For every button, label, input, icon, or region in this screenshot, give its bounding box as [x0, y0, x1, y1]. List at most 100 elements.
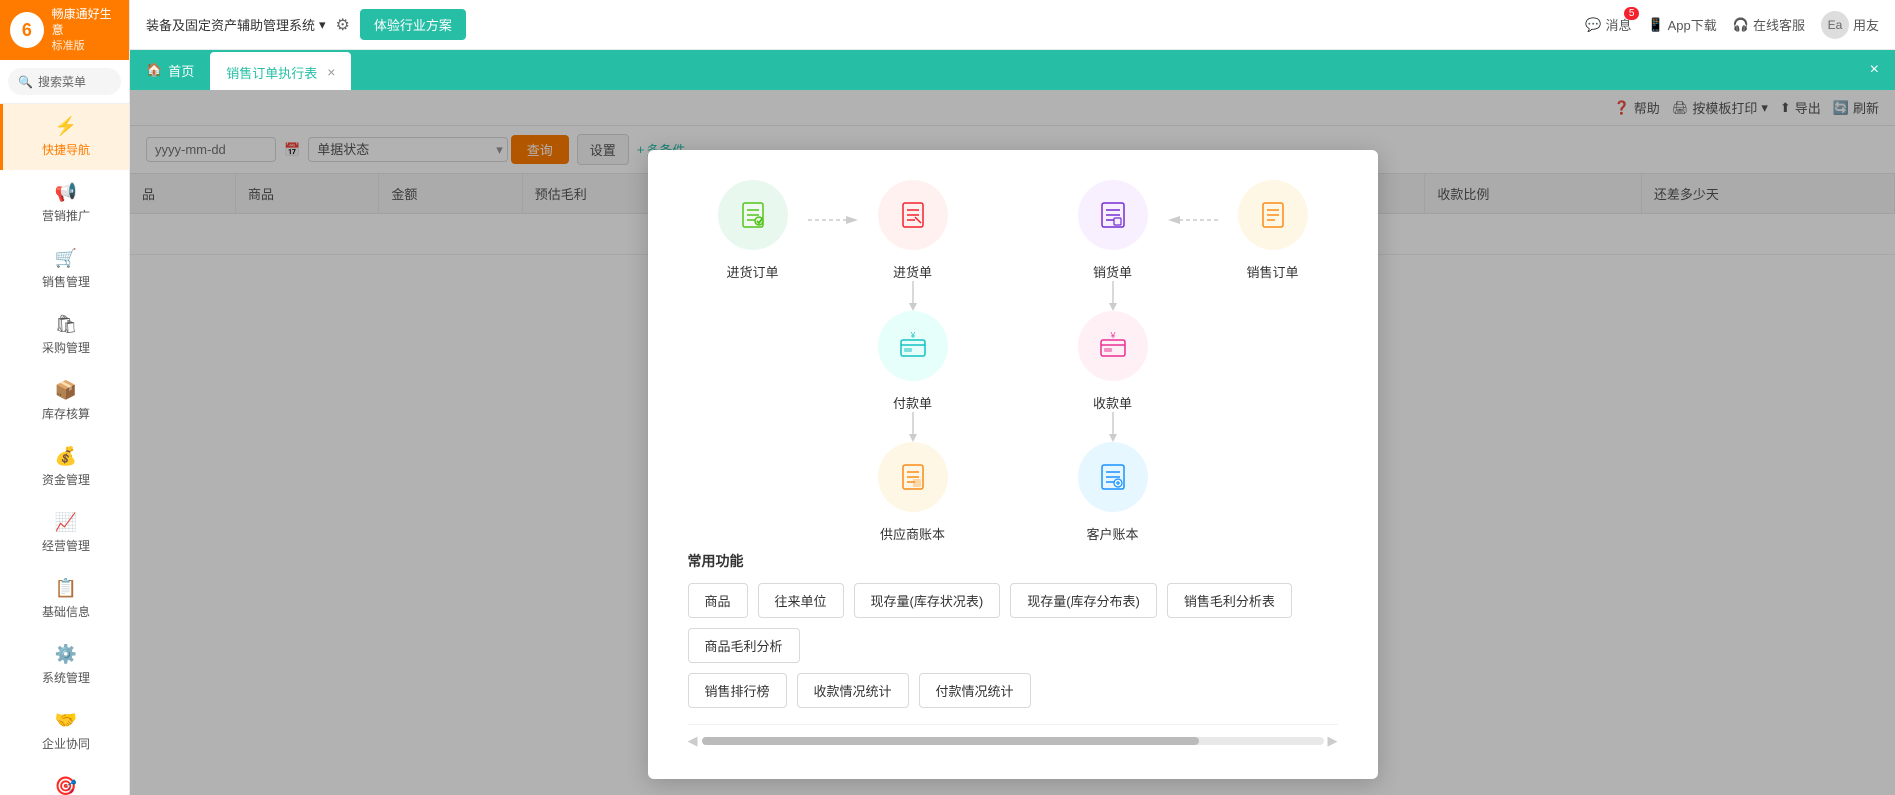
flow-supplier-account: 供应商账本	[863, 442, 963, 543]
online-service-item[interactable]: 🎧 在线客服	[1733, 15, 1805, 34]
experience-button[interactable]: 体验行业方案	[360, 9, 466, 40]
header-left: 装备及固定资产辅助管理系统 ▾ ⚙ 体验行业方案	[146, 9, 466, 40]
func-btn-sales-analysis[interactable]: 销售毛利分析表	[1167, 583, 1292, 618]
arrow-down-receipt	[1063, 412, 1163, 442]
func-btn-receipt-stats[interactable]: 收款情况统计	[797, 673, 909, 708]
func-btn-sales-rank[interactable]: 销售排行榜	[688, 673, 787, 708]
svg-text:¥: ¥	[909, 331, 915, 340]
settings-button[interactable]: ⚙	[336, 15, 350, 35]
app-download-label: App下载	[1668, 15, 1717, 34]
flow-purchase-bill: 进货单	[863, 180, 963, 281]
header-right: 💬 消息 5 📱 App下载 🎧 在线客服 Ea 用友	[1585, 11, 1879, 39]
message-item[interactable]: 💬 消息 5	[1585, 15, 1631, 34]
scroll-right-arrow[interactable]: ▶	[1328, 733, 1338, 749]
sales-icon: 🛒	[55, 248, 77, 269]
arrow-purchase-order-to-bill	[803, 213, 863, 227]
common-functions-title: 常用功能	[688, 551, 1338, 571]
sidebar-item-sales[interactable]: 🛒 销售管理	[0, 236, 129, 302]
modal-overlay[interactable]: 进货订单 进货单	[130, 90, 1895, 795]
scrollbar-thumb[interactable]	[702, 737, 1200, 745]
func-btn-stock-dist[interactable]: 现存量(库存分布表)	[1010, 583, 1157, 618]
flow-modal: 进货订单 进货单	[648, 150, 1378, 779]
marketing-icon: 📢	[55, 182, 77, 203]
tab-home[interactable]: 🏠 首页	[130, 50, 210, 90]
search-placeholder: 搜索菜单	[38, 73, 86, 90]
func-buttons-row-1: 商品 往来单位 现存量(库存状况表) 现存量(库存分布表) 销售毛利分析表 商品…	[688, 583, 1338, 663]
sidebar-item-purchase[interactable]: 🛍 采购管理	[0, 302, 129, 368]
tab-home-label: 首页	[168, 61, 194, 80]
flow-receipt-bill: ￥ 收款单	[1063, 311, 1163, 412]
dropdown-arrow-icon: ▾	[319, 17, 326, 33]
flow-payment-bill: ¥ 付款单	[863, 311, 963, 412]
download-icon: 📱	[1647, 17, 1663, 33]
func-btn-product[interactable]: 商品	[688, 583, 748, 618]
quick-nav-icon: ⚡	[55, 116, 77, 137]
sidebar-item-cooperation[interactable]: 🤝 企业协同	[0, 698, 129, 764]
flow-arrows-down-row-2	[688, 412, 1338, 442]
receipt-bill-icon: ￥	[1078, 311, 1148, 381]
func-btn-payment-stats[interactable]: 付款情况统计	[919, 673, 1031, 708]
flow-row-3: 供应商账本 客户账本	[688, 442, 1338, 543]
sidebar-logo: 6 畅康通好生意 标准版	[0, 0, 129, 60]
search-menu-button[interactable]: 🔍 搜索菜单	[8, 68, 121, 95]
header: 装备及固定资产辅助管理系统 ▾ ⚙ 体验行业方案 💬 消息 5 📱 App下载 …	[130, 0, 1895, 50]
sidebar-item-label: 销售管理	[42, 273, 90, 290]
arrow-down-purchase	[863, 281, 963, 311]
tab-close-button[interactable]: ×	[327, 64, 335, 80]
window-close-button[interactable]: ×	[1870, 61, 1895, 79]
basic-info-icon: 📋	[55, 578, 77, 599]
sidebar-item-label: 企业协同	[42, 735, 90, 752]
tab-sales-order[interactable]: 销售订单执行表 ×	[210, 52, 351, 92]
sidebar-item-finance[interactable]: 💰 资金管理	[0, 434, 129, 500]
service-icon: 🎧	[1733, 17, 1749, 33]
newbie-icon: 🎯	[55, 776, 77, 795]
search-icon: 🔍	[18, 75, 33, 89]
flow-arrows-down-row	[688, 281, 1338, 311]
arrow-sales-order-to-bill	[1163, 213, 1223, 227]
message-badge: 5	[1624, 7, 1640, 20]
sidebar-item-label: 采购管理	[42, 339, 90, 356]
finance-icon: 💰	[55, 446, 77, 467]
flow-sales-bill: 销货单	[1063, 180, 1163, 281]
sidebar-item-system[interactable]: ⚙️ 系统管理	[0, 632, 129, 698]
sidebar-item-label: 营销推广	[42, 207, 90, 224]
logo-symbol: 6	[22, 20, 32, 41]
sidebar-item-basic-info[interactable]: 📋 基础信息	[0, 566, 129, 632]
func-btn-stock-status[interactable]: 现存量(库存状况表)	[854, 583, 1001, 618]
arrow-down-sales	[1063, 281, 1163, 311]
sales-order-icon	[1238, 180, 1308, 250]
app-download-item[interactable]: 📱 App下载	[1647, 15, 1716, 34]
sidebar-item-operations[interactable]: 📈 经营管理	[0, 500, 129, 566]
app-title: 装备及固定资产辅助管理系统	[146, 15, 315, 34]
cooperation-icon: 🤝	[55, 710, 77, 731]
flow-sales-order: 销售订单	[1223, 180, 1323, 281]
func-btn-product-margin[interactable]: 商品毛利分析	[688, 628, 800, 663]
logo-icon: 6	[10, 12, 44, 48]
sidebar-item-label: 基础信息	[42, 603, 90, 620]
online-service-label: 在线客服	[1753, 15, 1805, 34]
logo-text: 畅康通好生意 标准版	[52, 6, 119, 55]
content-area: ❓ 帮助 🖨 按模板打印 ▾ ⬆ 导出 🔄 刷新	[130, 90, 1895, 795]
supplier-account-icon	[878, 442, 948, 512]
user-label: 用友	[1853, 15, 1879, 34]
sidebar-item-newbie[interactable]: 🎯 新手引导	[0, 764, 129, 795]
sidebar-search-area: 🔍 搜索菜单	[0, 60, 129, 104]
sidebar-item-quick-nav[interactable]: ⚡ 快捷导航	[0, 104, 129, 170]
flow-purchase-order: 进货订单	[703, 180, 803, 281]
purchase-bill-icon	[878, 180, 948, 250]
scroll-left-arrow[interactable]: ◀	[688, 733, 698, 749]
system-title[interactable]: 装备及固定资产辅助管理系统 ▾	[146, 15, 326, 34]
sidebar-item-marketing[interactable]: 📢 营销推广	[0, 170, 129, 236]
arrow-down-payment	[863, 412, 963, 442]
sales-bill-icon	[1078, 180, 1148, 250]
flow-diagram: 进货订单 进货单	[688, 180, 1338, 543]
inventory-icon: 📦	[55, 380, 77, 401]
main-area: 装备及固定资产辅助管理系统 ▾ ⚙ 体验行业方案 💬 消息 5 📱 App下载 …	[130, 0, 1895, 795]
func-btn-partner[interactable]: 往来单位	[758, 583, 844, 618]
sidebar-nav: ⚡ 快捷导航 📢 营销推广 🛒 销售管理 🛍 采购管理 📦 库存核算 💰	[0, 104, 129, 795]
user-item[interactable]: Ea 用友	[1821, 11, 1879, 39]
sidebar-item-inventory[interactable]: 📦 库存核算	[0, 368, 129, 434]
operations-icon: 📈	[55, 512, 77, 533]
sidebar-item-label: 经营管理	[42, 537, 90, 554]
sidebar-item-label: 资金管理	[42, 471, 90, 488]
